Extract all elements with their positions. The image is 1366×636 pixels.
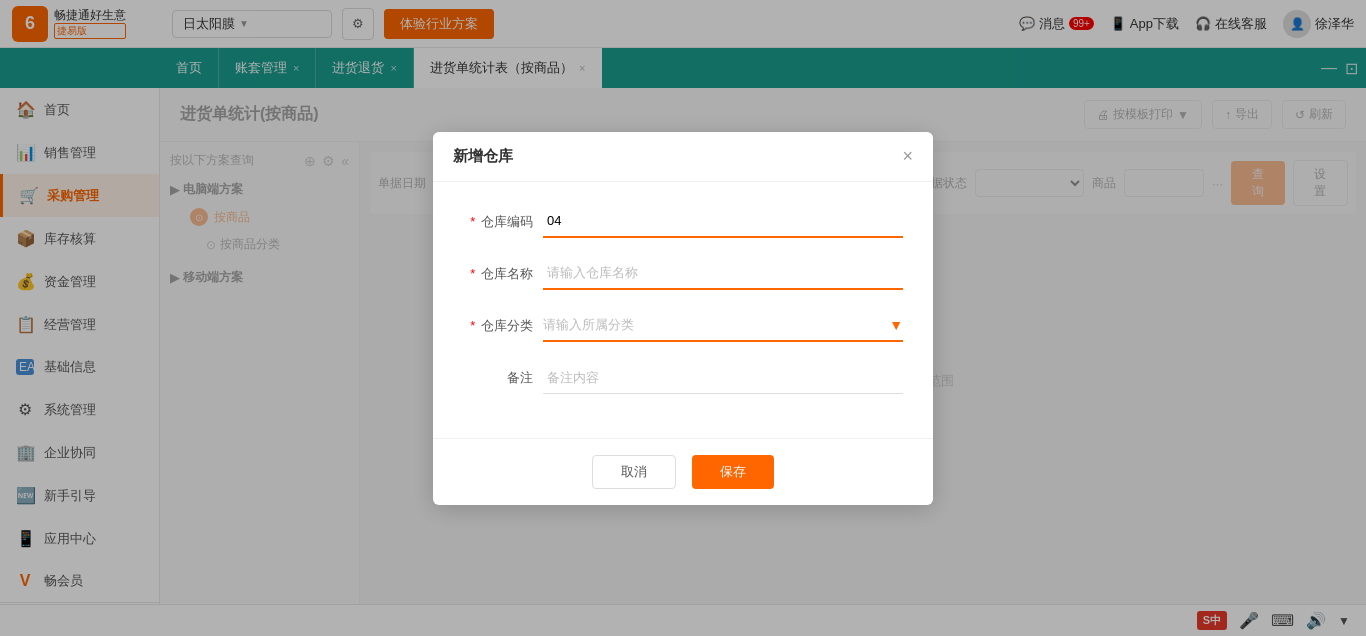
modal-footer: 取消 保存 (433, 438, 933, 505)
warehouse-code-input[interactable] (543, 206, 903, 238)
modal-close-button[interactable]: × (902, 146, 913, 167)
form-row-code: * 仓库编码 (463, 206, 903, 238)
required-star-category: * (470, 318, 475, 333)
modal-title: 新增仓库 (453, 147, 513, 166)
modal-body: * 仓库编码 * 仓库名称 * 仓库分类 请输入所属 (433, 182, 933, 438)
cancel-button[interactable]: 取消 (592, 455, 676, 489)
remark-label: 备注 (463, 369, 543, 387)
form-row-remark: 备注 (463, 362, 903, 394)
add-warehouse-modal: 新增仓库 × * 仓库编码 * 仓库名称 (433, 132, 933, 505)
name-label: * 仓库名称 (463, 265, 543, 283)
save-button[interactable]: 保存 (692, 455, 774, 489)
warehouse-name-input[interactable] (543, 258, 903, 290)
code-label: * 仓库编码 (463, 213, 543, 231)
modal-overlay: 新增仓库 × * 仓库编码 * 仓库名称 (0, 0, 1366, 636)
required-star-code: * (470, 214, 475, 229)
modal-header: 新增仓库 × (433, 132, 933, 182)
remark-input[interactable] (543, 362, 903, 394)
category-dropdown-icon: ▼ (889, 317, 903, 333)
category-label: * 仓库分类 (463, 317, 543, 335)
required-star-name: * (470, 266, 475, 281)
category-placeholder: 请输入所属分类 (543, 316, 634, 334)
category-select[interactable]: 请输入所属分类 ▼ (543, 310, 903, 342)
form-row-category: * 仓库分类 请输入所属分类 ▼ (463, 310, 903, 342)
form-row-name: * 仓库名称 (463, 258, 903, 290)
